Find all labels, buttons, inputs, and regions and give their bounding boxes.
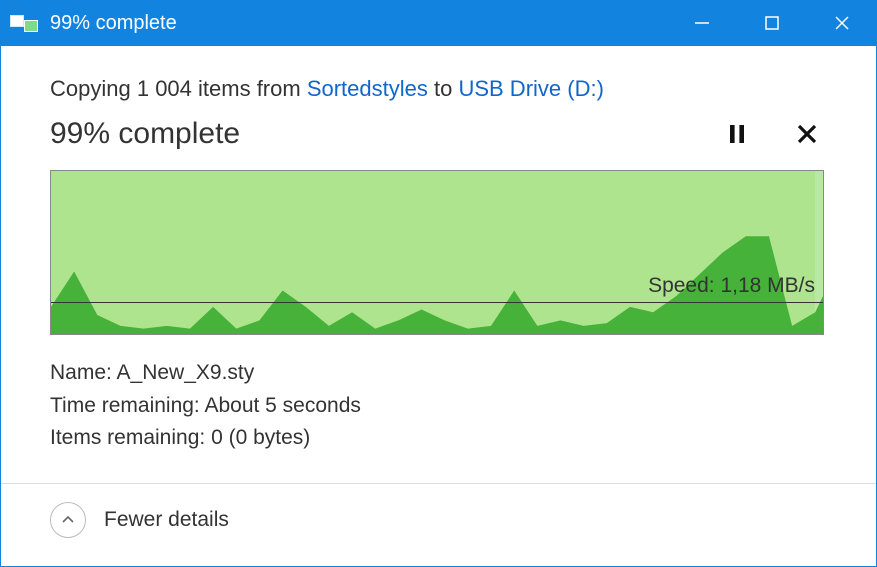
progress-text: 99% complete — [50, 117, 687, 151]
titlebar: 99% complete — [0, 0, 877, 46]
copy-summary: Copying 1 004 items from Sortedstyles to… — [50, 76, 827, 102]
fewer-details-label: Fewer details — [104, 508, 229, 532]
speed-area — [51, 171, 823, 334]
copy-icon — [14, 14, 40, 32]
time-label: Time remaining: — [50, 394, 204, 417]
speed-baseline — [51, 302, 823, 303]
items-value: 0 (0 bytes) — [211, 426, 310, 449]
speed-label: Speed: 1,18 MB/s — [648, 274, 815, 298]
detail-items: Items remaining: 0 (0 bytes) — [50, 422, 827, 455]
window-title: 99% complete — [50, 12, 177, 35]
copy-to-word: to — [428, 76, 459, 101]
fewer-details-button[interactable] — [50, 502, 86, 538]
pause-button[interactable] — [717, 114, 757, 154]
destination-link[interactable]: USB Drive (D:) — [458, 76, 603, 101]
copy-prefix: Copying — [50, 76, 137, 101]
speed-chart: Speed: 1,18 MB/s — [50, 170, 824, 335]
name-label: Name: — [50, 361, 117, 384]
maximize-button[interactable] — [737, 0, 807, 46]
items-label: Items remaining: — [50, 426, 211, 449]
detail-name: Name: A_New_X9.sty — [50, 357, 827, 390]
name-value: A_New_X9.sty — [117, 361, 255, 384]
source-link[interactable]: Sortedstyles — [307, 76, 428, 101]
cancel-button[interactable] — [787, 114, 827, 154]
minimize-button[interactable] — [667, 0, 737, 46]
copy-items-word: items from — [192, 76, 307, 101]
detail-time: Time remaining: About 5 seconds — [50, 390, 827, 423]
time-value: About 5 seconds — [204, 394, 360, 417]
copy-count: 1 004 — [137, 76, 192, 101]
close-button[interactable] — [807, 0, 877, 46]
details-block: Name: A_New_X9.sty Time remaining: About… — [50, 357, 827, 455]
